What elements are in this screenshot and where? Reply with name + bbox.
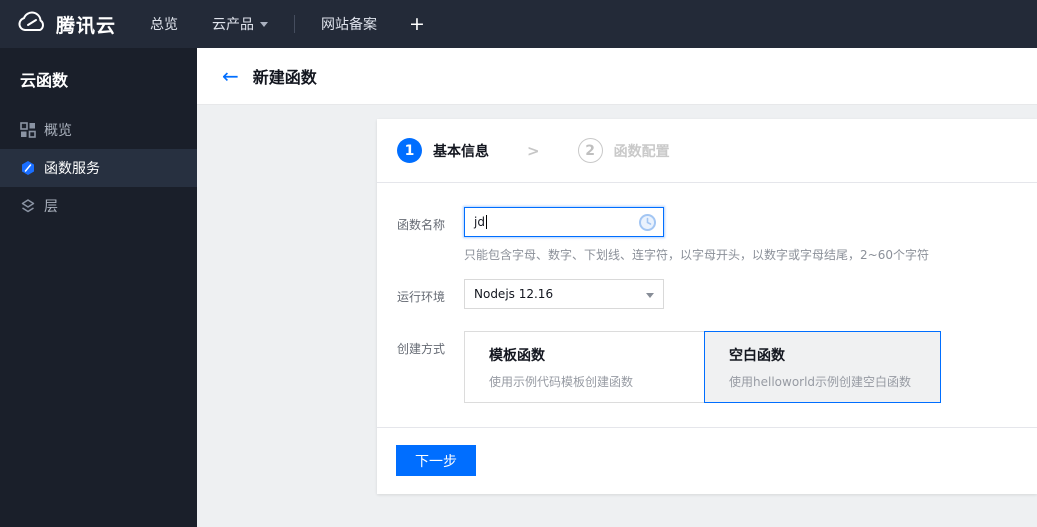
page-header: ← 新建函数 bbox=[197, 48, 1037, 105]
function-name-input[interactable]: jd bbox=[464, 207, 664, 237]
tencent-cloud-logo[interactable]: 腾讯云 bbox=[17, 11, 116, 38]
step-1-label: 基本信息 bbox=[433, 143, 489, 160]
nav-divider bbox=[294, 15, 296, 33]
sidebar-item-label: 函数服务 bbox=[44, 161, 100, 177]
sidebar-title: 云函数 bbox=[20, 71, 69, 90]
page-title: 新建函数 bbox=[252, 68, 317, 87]
basic-info-form: 函数名称 jd 只能包含字母、数字、下划线、连字符，以字母开头，以数字或字母结尾… bbox=[377, 183, 1037, 403]
step-1-circle: 1 bbox=[397, 138, 422, 163]
create-function-card: 1 基本信息 > 2 函数配置 函数名称 jd 只能包含字母、数字、下划线、连字… bbox=[377, 119, 1037, 494]
step-separator-icon: > bbox=[527, 141, 540, 160]
top-navbar: 腾讯云 总览 云产品 网站备案 + bbox=[0, 0, 1037, 48]
nav-item-icp-filing[interactable]: 网站备案 bbox=[321, 14, 377, 34]
runtime-value: Nodejs 12.16 bbox=[474, 287, 554, 301]
sidebar-item-label: 层 bbox=[44, 199, 58, 215]
wizard-steps: 1 基本信息 > 2 函数配置 bbox=[377, 119, 1037, 183]
function-name-hint: 只能包含字母、数字、下划线、连字符，以字母开头，以数字或字母结尾，2~60个字符 bbox=[464, 248, 929, 262]
validating-clock-icon bbox=[638, 213, 657, 236]
cloud-logo-icon bbox=[17, 11, 47, 37]
step-2-circle: 2 bbox=[577, 138, 603, 163]
function-name-value: jd bbox=[474, 215, 485, 229]
method-card-blank-function[interactable]: 空白函数 使用helloworld示例创建空白函数 bbox=[704, 331, 941, 403]
function-name-row: 函数名称 jd 只能包含字母、数字、下划线、连字符，以字母开头，以数字或字母结尾… bbox=[397, 207, 1017, 263]
sidebar-item-function-service[interactable]: 函数服务 bbox=[0, 149, 197, 187]
back-arrow-icon[interactable]: ← bbox=[222, 66, 239, 86]
add-tab-button[interactable]: + bbox=[409, 13, 425, 35]
select-caret-icon bbox=[646, 293, 654, 298]
sidebar-item-layers[interactable]: 层 bbox=[0, 187, 197, 225]
grid-icon bbox=[20, 122, 36, 138]
creation-method-label: 创建方式 bbox=[397, 342, 446, 356]
scf-hexagon-icon bbox=[20, 160, 36, 176]
runtime-row: 运行环境 Nodejs 12.16 bbox=[397, 279, 1017, 309]
method-cards: 模板函数 使用示例代码模板创建函数 空白函数 使用helloworld示例创建空… bbox=[464, 331, 941, 403]
card-footer: 下一步 bbox=[377, 428, 1037, 494]
layers-icon bbox=[20, 198, 36, 214]
sidebar-menu: 概览 函数服务 层 bbox=[0, 111, 197, 225]
text-cursor bbox=[485, 215, 487, 229]
sidebar-item-label: 概览 bbox=[44, 123, 72, 139]
creation-method-row: 创建方式 模板函数 使用示例代码模板创建函数 空白函数 使用helloworld… bbox=[397, 331, 1017, 403]
nav-item-cloud-products[interactable]: 云产品 bbox=[212, 14, 269, 34]
brand-name: 腾讯云 bbox=[56, 14, 117, 37]
step-2-label: 函数配置 bbox=[613, 143, 670, 160]
runtime-label: 运行环境 bbox=[397, 290, 446, 304]
sidebar-item-overview[interactable]: 概览 bbox=[0, 111, 197, 149]
next-step-button[interactable]: 下一步 bbox=[396, 445, 476, 476]
sidebar: 云函数 概览 函数服务 层 bbox=[0, 48, 197, 527]
runtime-select[interactable]: Nodejs 12.16 bbox=[464, 279, 664, 309]
nav-item-overview[interactable]: 总览 bbox=[150, 14, 178, 34]
function-name-label: 函数名称 bbox=[397, 218, 446, 232]
method-card-template-function[interactable]: 模板函数 使用示例代码模板创建函数 bbox=[464, 331, 705, 403]
chevron-down-icon bbox=[260, 21, 269, 27]
main-area: ← 新建函数 1 基本信息 > 2 函数配置 函数名称 jd 只能包含字母、数字… bbox=[197, 48, 1037, 527]
